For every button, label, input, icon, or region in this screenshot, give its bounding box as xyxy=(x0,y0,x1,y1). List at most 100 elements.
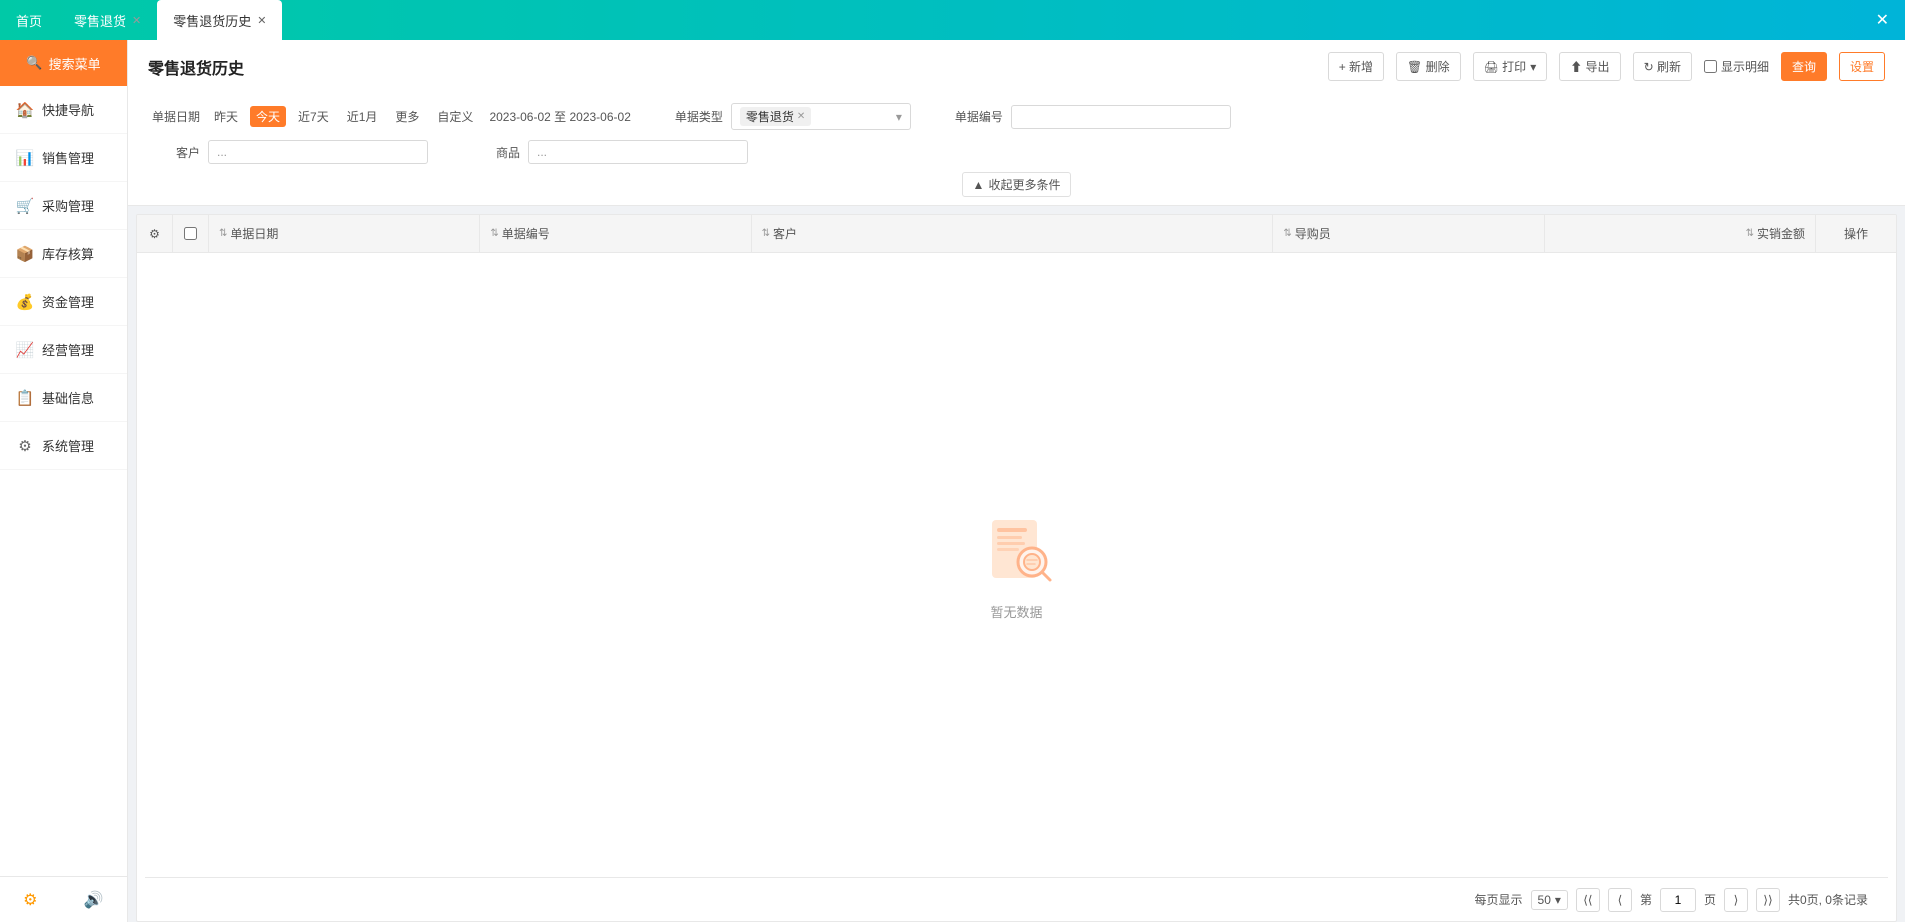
tab-home[interactable]: 首页 xyxy=(0,0,58,40)
settings-bottom-icon[interactable]: ⚙ xyxy=(23,890,37,910)
empty-state: 暂无数据 xyxy=(937,470,1097,661)
sidebar-item-quick-nav[interactable]: 🏠 快捷导航 xyxy=(0,86,127,134)
page-title: 零售退货历史 xyxy=(148,55,244,79)
query-button[interactable]: 查询 xyxy=(1781,52,1827,81)
date-range-display: 2023-06-02 至 2023-06-02 xyxy=(489,108,630,125)
type-tag-close[interactable]: ✕ xyxy=(797,111,805,122)
type-select-arrow: ▾ xyxy=(896,110,902,124)
print-dropdown-icon: ▾ xyxy=(1530,60,1536,74)
sidebar-item-sales[interactable]: 📊 销售管理 xyxy=(0,134,127,182)
th-customer[interactable]: ⇅ 客户 xyxy=(752,215,1274,252)
finance-icon: 💰 xyxy=(16,293,34,311)
next-page-button[interactable]: ⟩ xyxy=(1724,888,1748,912)
date-option-more[interactable]: 更多 xyxy=(389,106,425,127)
window-close-button[interactable]: ✕ xyxy=(1860,10,1905,30)
sort-icon-customer: ⇅ xyxy=(762,228,770,239)
main-layout: 🔍 搜索菜单 🏠 快捷导航 📊 销售管理 🛒 采购管理 📦 库存核算 💰 xyxy=(0,40,1905,922)
search-icon: 🔍 xyxy=(26,55,42,71)
collapse-filter-button[interactable]: ▲ 收起更多条件 xyxy=(962,172,1072,197)
export-button[interactable]: ⬆ 导出 xyxy=(1559,52,1620,81)
collapse-icon: ▲ xyxy=(973,178,985,192)
home-icon: 🏠 xyxy=(16,101,34,119)
add-button[interactable]: + 新增 xyxy=(1328,52,1384,81)
th-guide[interactable]: ⇅ 导购员 xyxy=(1273,215,1544,252)
close-tab-retail-return[interactable]: ✕ xyxy=(132,14,141,27)
type-tag: 零售退货 ✕ xyxy=(740,107,811,126)
th-number[interactable]: ⇅ 单据编号 xyxy=(480,215,751,252)
th-action: 操作 xyxy=(1816,215,1896,252)
sidebar-item-finance[interactable]: 💰 资金管理 xyxy=(0,278,127,326)
system-icon: ⚙ xyxy=(16,437,34,455)
basic-info-icon: 📋 xyxy=(16,389,34,407)
table-body: 暂无数据 xyxy=(137,253,1896,877)
page-number-input[interactable] xyxy=(1660,888,1696,912)
sidebar-item-inventory[interactable]: 📦 库存核算 xyxy=(0,230,127,278)
sidebar-bottom: ⚙ 🔊 xyxy=(0,876,127,922)
operations-icon: 📈 xyxy=(16,341,34,359)
delete-button[interactable]: 🗑 删除 xyxy=(1396,52,1461,81)
type-filter-label: 单据类型 xyxy=(671,108,731,125)
goods-filter-label: 商品 xyxy=(468,144,528,161)
page-title-row: 零售退货历史 + 新增 🗑 删除 🖨 打印 ▾ ⬆ 导出 xyxy=(148,52,1885,81)
customer-filter-input[interactable]: ... xyxy=(208,140,428,164)
date-option-1month[interactable]: 近1月 xyxy=(341,106,384,127)
filter-row-1: 单据日期 昨天 今天 近7天 近1月 更多 自定义 2023-06-02 至 2… xyxy=(148,103,1885,130)
customer-filter-label: 客户 xyxy=(148,144,208,161)
doc-number-input[interactable] xyxy=(1011,105,1231,129)
sales-icon: 📊 xyxy=(16,149,34,167)
sidebar: 🔍 搜索菜单 🏠 快捷导航 📊 销售管理 🛒 采购管理 📦 库存核算 💰 xyxy=(0,40,128,922)
th-checkbox[interactable] xyxy=(173,215,209,252)
show-detail-checkbox[interactable] xyxy=(1704,60,1717,73)
total-records: 共0页, 0条记录 xyxy=(1788,891,1868,908)
pagination-bar: 每页显示 50 ▾ ⟨⟨ ⟨ 第 页 ⟩ ⟩⟩ xyxy=(145,877,1888,921)
th-amount[interactable]: ⇅ 实销金额 xyxy=(1545,215,1816,252)
empty-state-illustration xyxy=(977,510,1057,590)
refresh-button[interactable]: ↻ 刷新 xyxy=(1633,52,1692,81)
select-all-checkbox[interactable] xyxy=(184,227,197,240)
doc-number-label: 单据编号 xyxy=(951,108,1011,125)
table-header: ⚙ ⇅ 单据日期 ⇅ 单据编号 ⇅ 客户 ⇅ xyxy=(137,215,1896,253)
sidebar-item-operations[interactable]: 📈 经营管理 xyxy=(0,326,127,374)
tab-list: 首页 零售退货 ✕ 零售退货历史 ✕ xyxy=(0,0,1860,40)
prev-page-button[interactable]: ⟨ xyxy=(1608,888,1632,912)
last-page-button[interactable]: ⟩⟩ xyxy=(1756,888,1780,912)
page-label: 第 xyxy=(1640,891,1652,908)
first-page-button[interactable]: ⟨⟨ xyxy=(1576,888,1600,912)
filter-area: 单据日期 昨天 今天 近7天 近1月 更多 自定义 2023-06-02 至 2… xyxy=(148,93,1885,197)
filter-row-2: 客户 ... 商品 ... xyxy=(148,140,1885,164)
main-content: 零售退货历史 + 新增 🗑 删除 🖨 打印 ▾ ⬆ 导出 xyxy=(128,40,1905,922)
date-option-yesterday[interactable]: 昨天 xyxy=(208,106,244,127)
tab-retail-return-history[interactable]: 零售退货历史 ✕ xyxy=(157,0,282,40)
page-size-select[interactable]: 50 ▾ xyxy=(1531,890,1568,910)
close-tab-retail-return-history[interactable]: ✕ xyxy=(257,14,266,27)
date-options: 昨天 今天 近7天 近1月 更多 自定义 2023-06-02 至 2023-0… xyxy=(208,106,631,127)
date-option-7days[interactable]: 近7天 xyxy=(292,106,335,127)
show-detail-checkbox-label[interactable]: 显示明细 xyxy=(1704,58,1769,75)
print-button[interactable]: 🖨 打印 ▾ xyxy=(1473,52,1548,81)
sidebar-item-purchase[interactable]: 🛒 采购管理 xyxy=(0,182,127,230)
goods-filter-input[interactable]: ... xyxy=(528,140,748,164)
page-size-arrow: ▾ xyxy=(1555,893,1561,907)
top-bar: 首页 零售退货 ✕ 零售退货历史 ✕ ✕ xyxy=(0,0,1905,40)
sidebar-item-system[interactable]: ⚙ 系统管理 xyxy=(0,422,127,470)
column-settings-icon: ⚙ xyxy=(149,227,160,241)
date-option-custom[interactable]: 自定义 xyxy=(431,106,479,127)
type-filter-select[interactable]: 零售退货 ✕ ▾ xyxy=(731,103,911,130)
tab-retail-return[interactable]: 零售退货 ✕ xyxy=(58,0,157,40)
nav-items: 🏠 快捷导航 📊 销售管理 🛒 采购管理 📦 库存核算 💰 资金管理 📈 xyxy=(0,86,127,876)
th-settings[interactable]: ⚙ xyxy=(137,215,173,252)
volume-bottom-icon[interactable]: 🔊 xyxy=(84,890,104,910)
inventory-icon: 📦 xyxy=(16,245,34,263)
sort-icon-date: ⇅ xyxy=(219,228,227,239)
date-option-today[interactable]: 今天 xyxy=(250,106,286,127)
th-date[interactable]: ⇅ 单据日期 xyxy=(209,215,480,252)
date-filter-label: 单据日期 xyxy=(148,108,208,125)
sort-icon-number: ⇅ xyxy=(490,228,498,239)
settings-button[interactable]: 设置 xyxy=(1839,52,1885,81)
empty-text: 暂无数据 xyxy=(990,602,1042,621)
toolbar: + 新增 🗑 删除 🖨 打印 ▾ ⬆ 导出 ↻ 刷新 xyxy=(1328,52,1885,81)
sort-icon-guide: ⇅ xyxy=(1283,228,1291,239)
purchase-icon: 🛒 xyxy=(16,197,34,215)
search-menu-button[interactable]: 🔍 搜索菜单 xyxy=(0,40,127,86)
sidebar-item-basic-info[interactable]: 📋 基础信息 xyxy=(0,374,127,422)
